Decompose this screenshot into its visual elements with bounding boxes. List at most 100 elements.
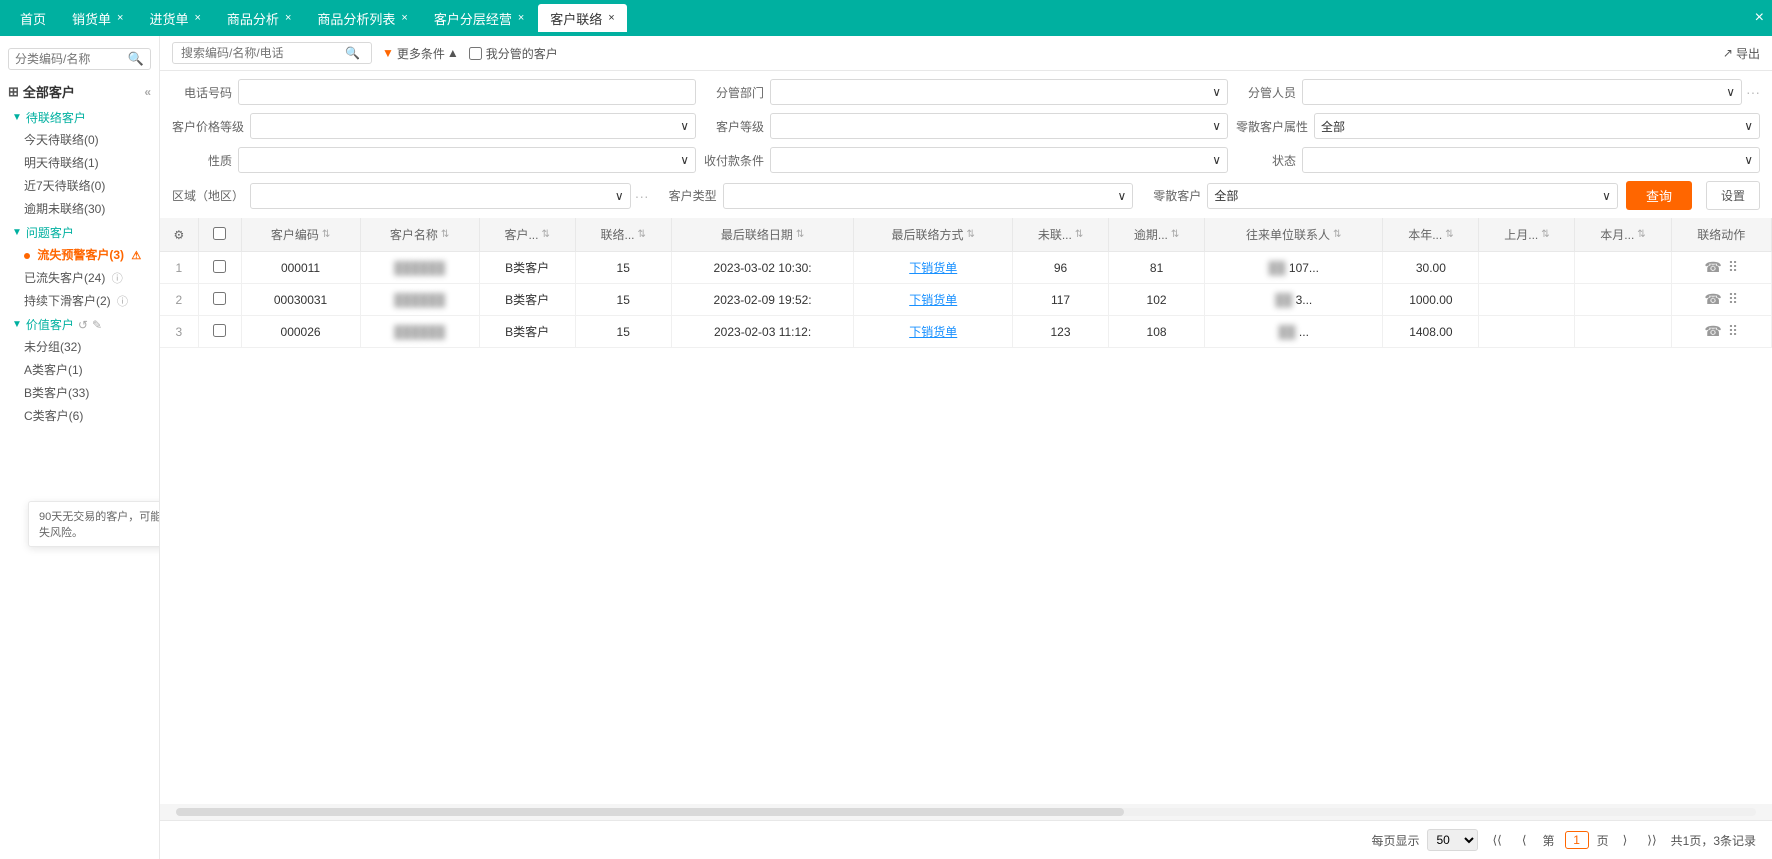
col-name[interactable]: 客户名称 ⇅: [360, 218, 479, 252]
tab-customer-segment[interactable]: 客户分层经营 ×: [422, 4, 536, 32]
close-window-button[interactable]: ×: [1755, 9, 1764, 27]
sidebar-item-ungroup[interactable]: 未分组(32): [0, 335, 159, 358]
tab-analysis[interactable]: 商品分析 ×: [215, 4, 303, 32]
tab-customer-contact[interactable]: 客户联络 ×: [538, 4, 626, 32]
refresh-icon[interactable]: ↺: [78, 318, 88, 332]
col-unit-contacts[interactable]: 往来单位联系人 ⇅: [1205, 218, 1383, 252]
row-checkbox[interactable]: [198, 316, 241, 348]
tab-close-analysis[interactable]: ×: [285, 13, 291, 24]
price-level-select[interactable]: ∨: [250, 113, 696, 139]
sidebar-search-box[interactable]: 🔍: [8, 48, 151, 70]
col-type[interactable]: 客户... ⇅: [479, 218, 575, 252]
col-this-month[interactable]: 本月... ⇅: [1575, 218, 1671, 252]
col-checkbox[interactable]: [198, 218, 241, 252]
retail-attr-select[interactable]: 全部 ∨: [1314, 113, 1760, 139]
tab-close-analysis-list[interactable]: ×: [401, 13, 407, 24]
col-last-method[interactable]: 最后联络方式 ⇅: [854, 218, 1013, 252]
col-contact[interactable]: 联络... ⇅: [575, 218, 671, 252]
more-actions-icon[interactable]: ⠿: [1728, 291, 1738, 308]
col-uncontacted[interactable]: 未联... ⇅: [1013, 218, 1109, 252]
row-last-method[interactable]: 下销货单: [854, 316, 1013, 348]
col-this-year[interactable]: 本年... ⇅: [1383, 218, 1479, 252]
row-checkbox[interactable]: [198, 252, 241, 284]
phone-input[interactable]: [238, 79, 696, 105]
tab-close-purchase[interactable]: ×: [194, 13, 200, 24]
tab-home[interactable]: 首页: [8, 4, 58, 32]
row-last-date: 2023-03-02 10:30:: [671, 252, 854, 284]
manager-select[interactable]: ∨: [1302, 79, 1742, 105]
info-icon: ⓘ: [112, 273, 123, 285]
status-select[interactable]: ∨: [1302, 147, 1760, 173]
sidebar-item-a-class[interactable]: A类客户(1): [0, 358, 159, 381]
nature-select[interactable]: ∨: [238, 147, 696, 173]
filter-search-box[interactable]: 🔍: [172, 42, 372, 64]
sidebar-item-c-class[interactable]: C类客户(6): [0, 404, 159, 427]
col-overdue[interactable]: 逾期... ⇅: [1109, 218, 1205, 252]
next-page-btn[interactable]: ⟩: [1617, 830, 1634, 850]
contact-icon[interactable]: ☎: [1704, 323, 1721, 340]
edit-icon[interactable]: ✎: [92, 318, 102, 332]
tab-close-contact[interactable]: ×: [608, 13, 614, 24]
contact-icon[interactable]: ☎: [1704, 259, 1721, 276]
first-page-btn[interactable]: ⟨⟨: [1486, 830, 1507, 850]
row-last-method[interactable]: 下销货单: [854, 252, 1013, 284]
row-last-method[interactable]: 下销货单: [854, 284, 1013, 316]
manager-dots[interactable]: ···: [1746, 84, 1760, 100]
sidebar-item-overdue[interactable]: 逾期未联络(30): [0, 197, 159, 220]
all-customers-header[interactable]: ⊞ 全部客户 «: [0, 78, 159, 105]
sidebar-item-today[interactable]: 今天待联络(0): [0, 128, 159, 151]
sidebar-section-pending[interactable]: ▼ 待联络客户: [0, 105, 159, 128]
sidebar-section-problem[interactable]: ▼ 问题客户: [0, 220, 159, 243]
contact-icon[interactable]: ☎: [1704, 291, 1721, 308]
sidebar-item-churned[interactable]: 已流失客户(24) ⓘ: [0, 266, 159, 289]
customer-type-select[interactable]: ∨: [723, 183, 1134, 209]
tab-purchase[interactable]: 进货单 ×: [137, 4, 212, 32]
prev-page-btn[interactable]: ⟨: [1516, 830, 1533, 850]
tab-close-sales[interactable]: ×: [117, 13, 123, 24]
sidebar-section-value[interactable]: ▼ 价值客户 ↺ ✎: [0, 312, 159, 335]
row-type: B类客户: [479, 284, 575, 316]
sort-icon-over: ⇅: [1171, 229, 1179, 240]
col-last-date[interactable]: 最后联络日期 ⇅: [671, 218, 854, 252]
row-index: 3: [160, 316, 198, 348]
row-last-month: [1479, 316, 1575, 348]
sidebar: 🔍 ⊞ 全部客户 « ▼ 待联络客户 今天待联络(0) 明天待联络(1) 近7天…: [0, 36, 160, 859]
scrollbar-thumb[interactable]: [176, 808, 1124, 816]
filter-my-customers[interactable]: 我分管的客户: [469, 45, 558, 62]
select-all-checkbox[interactable]: [213, 227, 226, 240]
query-button[interactable]: 查询: [1626, 181, 1692, 210]
sidebar-item-churn-warning[interactable]: 流失预警客户(3) ⚠: [0, 243, 159, 266]
settings-button[interactable]: 设置: [1706, 181, 1760, 210]
my-customers-checkbox[interactable]: [469, 47, 482, 60]
sidebar-search-input[interactable]: [15, 52, 128, 66]
last-page-btn[interactable]: ⟩⟩: [1641, 830, 1662, 850]
tab-sales[interactable]: 销货单 ×: [60, 4, 135, 32]
table-row: 3000026██████B类客户152023-02-03 11:12:下销货单…: [160, 316, 1772, 348]
more-actions-icon[interactable]: ⠿: [1728, 259, 1738, 276]
filter-payment: 收付款条件 ∨: [704, 147, 1228, 173]
more-actions-icon[interactable]: ⠿: [1728, 323, 1738, 340]
sidebar-item-declining[interactable]: 持续下滑客户(2) ⓘ: [0, 289, 159, 312]
row-checkbox[interactable]: [198, 284, 241, 316]
department-select[interactable]: ∨: [770, 79, 1228, 105]
filter-search-input[interactable]: [181, 46, 341, 60]
sidebar-item-7days[interactable]: 近7天待联络(0): [0, 174, 159, 197]
page-size-select[interactable]: 50 100 200: [1427, 829, 1478, 851]
col-code[interactable]: 客户编码 ⇅: [241, 218, 360, 252]
export-button[interactable]: ↗ 导出: [1723, 45, 1760, 62]
sidebar-item-tomorrow[interactable]: 明天待联络(1): [0, 151, 159, 174]
filter-more-conditions[interactable]: ▼ 更多条件 ▲: [382, 45, 459, 62]
col-last-month[interactable]: 上月... ⇅: [1479, 218, 1575, 252]
horizontal-scrollbar[interactable]: [176, 808, 1756, 816]
region-select[interactable]: ∨: [250, 183, 631, 209]
retail-customer-select[interactable]: 全部 ∨: [1207, 183, 1618, 209]
customer-level-select[interactable]: ∨: [770, 113, 1228, 139]
sidebar-collapse-btn[interactable]: «: [144, 85, 151, 99]
region-dots[interactable]: ···: [635, 188, 649, 204]
payment-select[interactable]: ∨: [770, 147, 1228, 173]
col-settings[interactable]: ⚙: [160, 218, 198, 252]
tab-close-segment[interactable]: ×: [518, 13, 524, 24]
sidebar-item-b-class[interactable]: B类客户(33): [0, 381, 159, 404]
tab-analysis-list[interactable]: 商品分析列表 ×: [305, 4, 419, 32]
filter-search-button[interactable]: 🔍: [345, 46, 360, 60]
